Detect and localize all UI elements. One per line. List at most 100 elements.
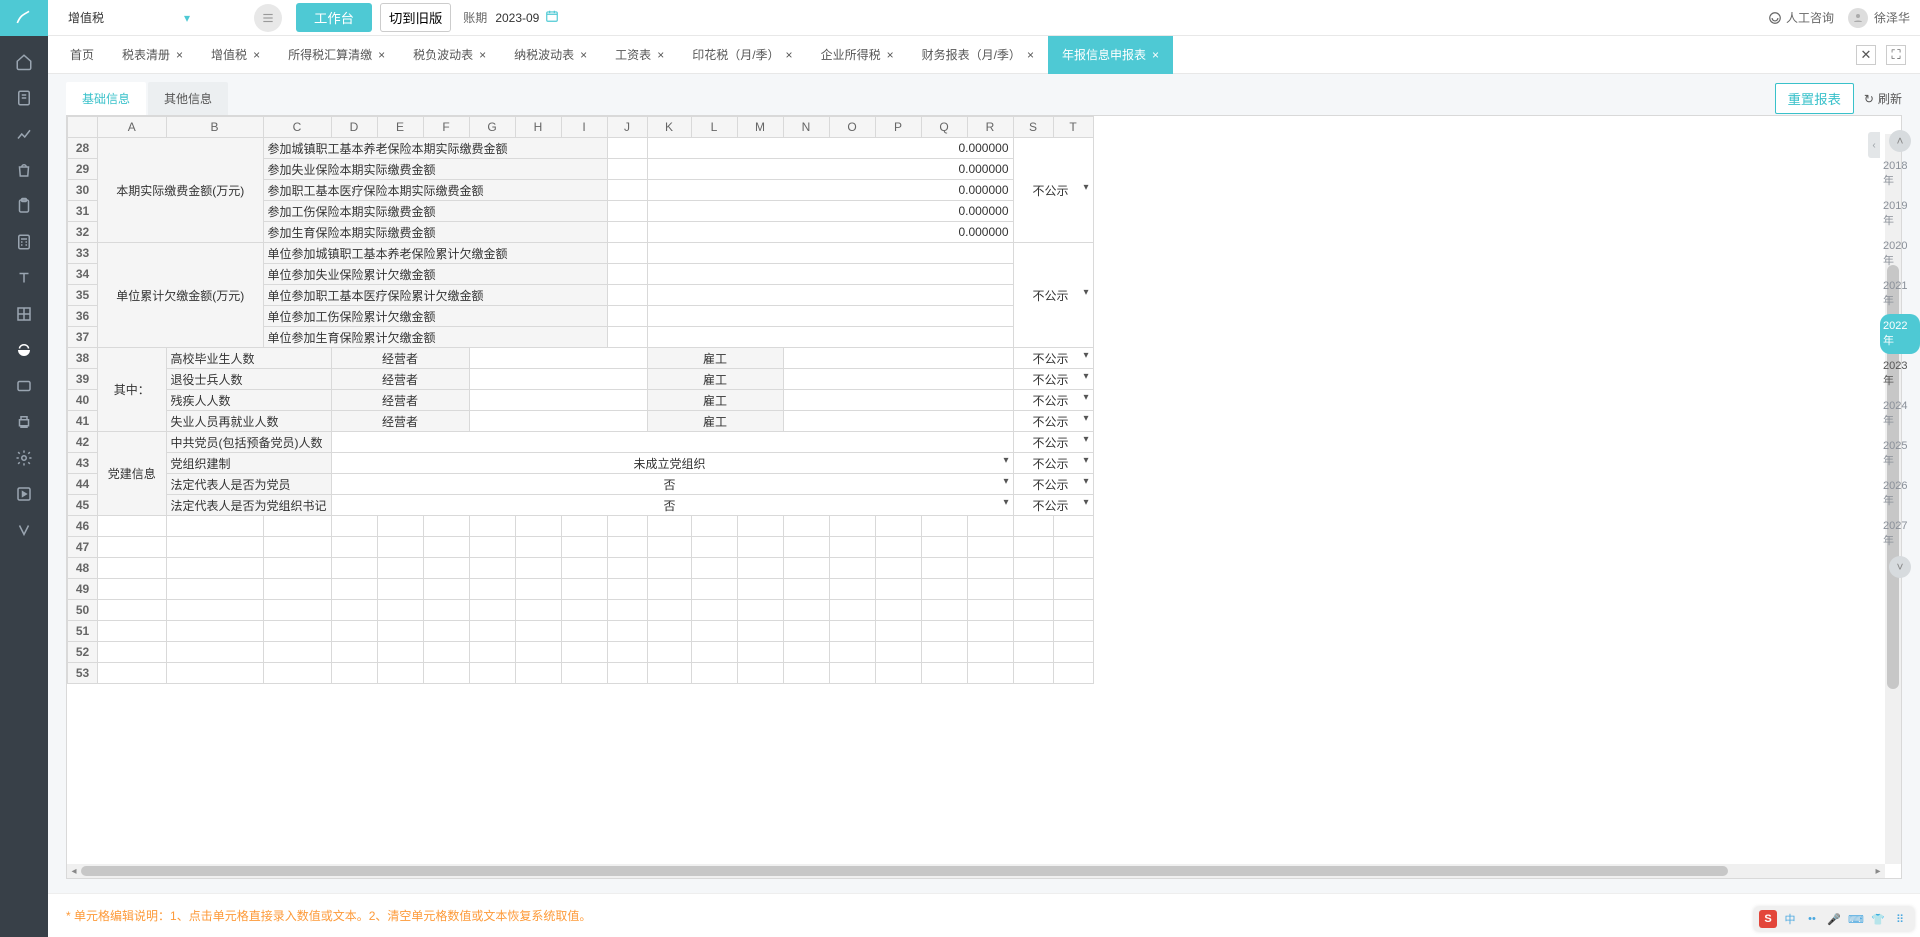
empty-cell[interactable] <box>263 558 331 579</box>
ime-grid-icon[interactable]: ⠿ <box>1891 910 1909 928</box>
group3-val2[interactable] <box>783 348 1013 369</box>
close-icon[interactable]: × <box>580 48 587 62</box>
col-B[interactable]: B <box>166 117 263 138</box>
empty-cell[interactable] <box>331 579 377 600</box>
empty-cell[interactable] <box>263 663 331 684</box>
nav-doc-icon[interactable] <box>0 80 48 116</box>
empty-cell[interactable] <box>515 537 561 558</box>
empty-cell[interactable] <box>1053 663 1093 684</box>
empty-cell[interactable] <box>515 642 561 663</box>
empty-cell[interactable] <box>331 621 377 642</box>
row-39[interactable]: 39 <box>68 369 98 390</box>
empty-cell[interactable] <box>166 642 263 663</box>
empty-cell[interactable] <box>647 579 691 600</box>
cell-blank[interactable] <box>607 264 647 285</box>
empty-cell[interactable] <box>423 516 469 537</box>
empty-cell[interactable] <box>423 579 469 600</box>
empty-cell[interactable] <box>647 621 691 642</box>
empty-cell[interactable] <box>783 621 829 642</box>
switch-old-button[interactable]: 切到旧版 <box>380 3 451 32</box>
col-E[interactable]: E <box>377 117 423 138</box>
empty-cell[interactable] <box>875 516 921 537</box>
group3-val1[interactable] <box>469 390 647 411</box>
empty-cell[interactable] <box>469 558 515 579</box>
disclose-select[interactable]: 不公示 <box>1013 453 1093 474</box>
nav-v-icon[interactable] <box>0 512 48 548</box>
empty-cell[interactable] <box>423 558 469 579</box>
workbench-button[interactable]: 工作台 <box>296 3 372 32</box>
year-2020年[interactable]: 2020年 <box>1880 234 1920 274</box>
year-2024年[interactable]: 2024年 <box>1880 394 1920 434</box>
period-value[interactable]: 2023-09 <box>495 11 539 25</box>
col-J[interactable]: J <box>607 117 647 138</box>
row-28[interactable]: 28 <box>68 138 98 159</box>
group1-value[interactable]: 0.000000 <box>647 180 1013 201</box>
close-icon[interactable]: × <box>253 48 260 62</box>
sheet-table[interactable]: ABCDEFGHIJKLMNOPQRST28本期实际缴费金额(万元)参加城镇职工… <box>67 116 1094 684</box>
empty-cell[interactable] <box>875 621 921 642</box>
row-50[interactable]: 50 <box>68 600 98 621</box>
close-icon[interactable]: × <box>786 48 793 62</box>
empty-cell[interactable] <box>166 600 263 621</box>
nav-clipboard-icon[interactable] <box>0 188 48 224</box>
empty-cell[interactable] <box>377 663 423 684</box>
empty-cell[interactable] <box>263 537 331 558</box>
empty-cell[interactable] <box>263 516 331 537</box>
empty-cell[interactable] <box>377 558 423 579</box>
empty-cell[interactable] <box>1013 558 1053 579</box>
company-select[interactable]: 增值税 ▾ <box>48 9 248 26</box>
empty-cell[interactable] <box>561 621 607 642</box>
group3-val1[interactable] <box>469 348 647 369</box>
empty-cell[interactable] <box>967 621 1013 642</box>
disclose-select[interactable]: 不公示 <box>1013 348 1093 369</box>
empty-cell[interactable] <box>469 579 515 600</box>
group1-value[interactable]: 0.000000 <box>647 201 1013 222</box>
empty-cell[interactable] <box>783 537 829 558</box>
empty-cell[interactable] <box>737 558 783 579</box>
empty-cell[interactable] <box>921 558 967 579</box>
empty-cell[interactable] <box>469 621 515 642</box>
empty-cell[interactable] <box>647 663 691 684</box>
nav-play-icon[interactable] <box>0 476 48 512</box>
tab-5[interactable]: 纳税波动表× <box>500 36 601 74</box>
empty-cell[interactable] <box>263 600 331 621</box>
cell-blank[interactable] <box>607 201 647 222</box>
empty-cell[interactable] <box>921 663 967 684</box>
consult-link[interactable]: 人工咨询 <box>1768 9 1834 26</box>
group3-val2[interactable] <box>783 390 1013 411</box>
col-S[interactable]: S <box>1013 117 1053 138</box>
empty-cell[interactable] <box>783 663 829 684</box>
empty-cell[interactable] <box>166 516 263 537</box>
empty-cell[interactable] <box>875 537 921 558</box>
row-42[interactable]: 42 <box>68 432 98 453</box>
col-Q[interactable]: Q <box>921 117 967 138</box>
disclose-select[interactable]: 不公示 <box>1013 411 1093 432</box>
row-45[interactable]: 45 <box>68 495 98 516</box>
empty-cell[interactable] <box>783 579 829 600</box>
row-31[interactable]: 31 <box>68 201 98 222</box>
group1-value[interactable]: 0.000000 <box>647 159 1013 180</box>
close-icon[interactable]: × <box>1152 48 1159 62</box>
nav-folder-icon[interactable] <box>0 368 48 404</box>
empty-cell[interactable] <box>829 621 875 642</box>
empty-cell[interactable] <box>967 663 1013 684</box>
row-47[interactable]: 47 <box>68 537 98 558</box>
empty-cell[interactable] <box>829 579 875 600</box>
empty-cell[interactable] <box>921 621 967 642</box>
col-I[interactable]: I <box>561 117 607 138</box>
empty-cell[interactable] <box>967 558 1013 579</box>
empty-cell[interactable] <box>607 537 647 558</box>
empty-cell[interactable] <box>166 621 263 642</box>
empty-cell[interactable] <box>1053 537 1093 558</box>
close-icon[interactable]: × <box>1027 48 1034 62</box>
empty-cell[interactable] <box>967 516 1013 537</box>
empty-cell[interactable] <box>1013 642 1053 663</box>
empty-cell[interactable] <box>423 663 469 684</box>
group2-value[interactable] <box>647 264 1013 285</box>
empty-cell[interactable] <box>967 579 1013 600</box>
empty-cell[interactable] <box>607 516 647 537</box>
row-38[interactable]: 38 <box>68 348 98 369</box>
empty-cell[interactable] <box>515 516 561 537</box>
empty-cell[interactable] <box>737 642 783 663</box>
col-D[interactable]: D <box>331 117 377 138</box>
